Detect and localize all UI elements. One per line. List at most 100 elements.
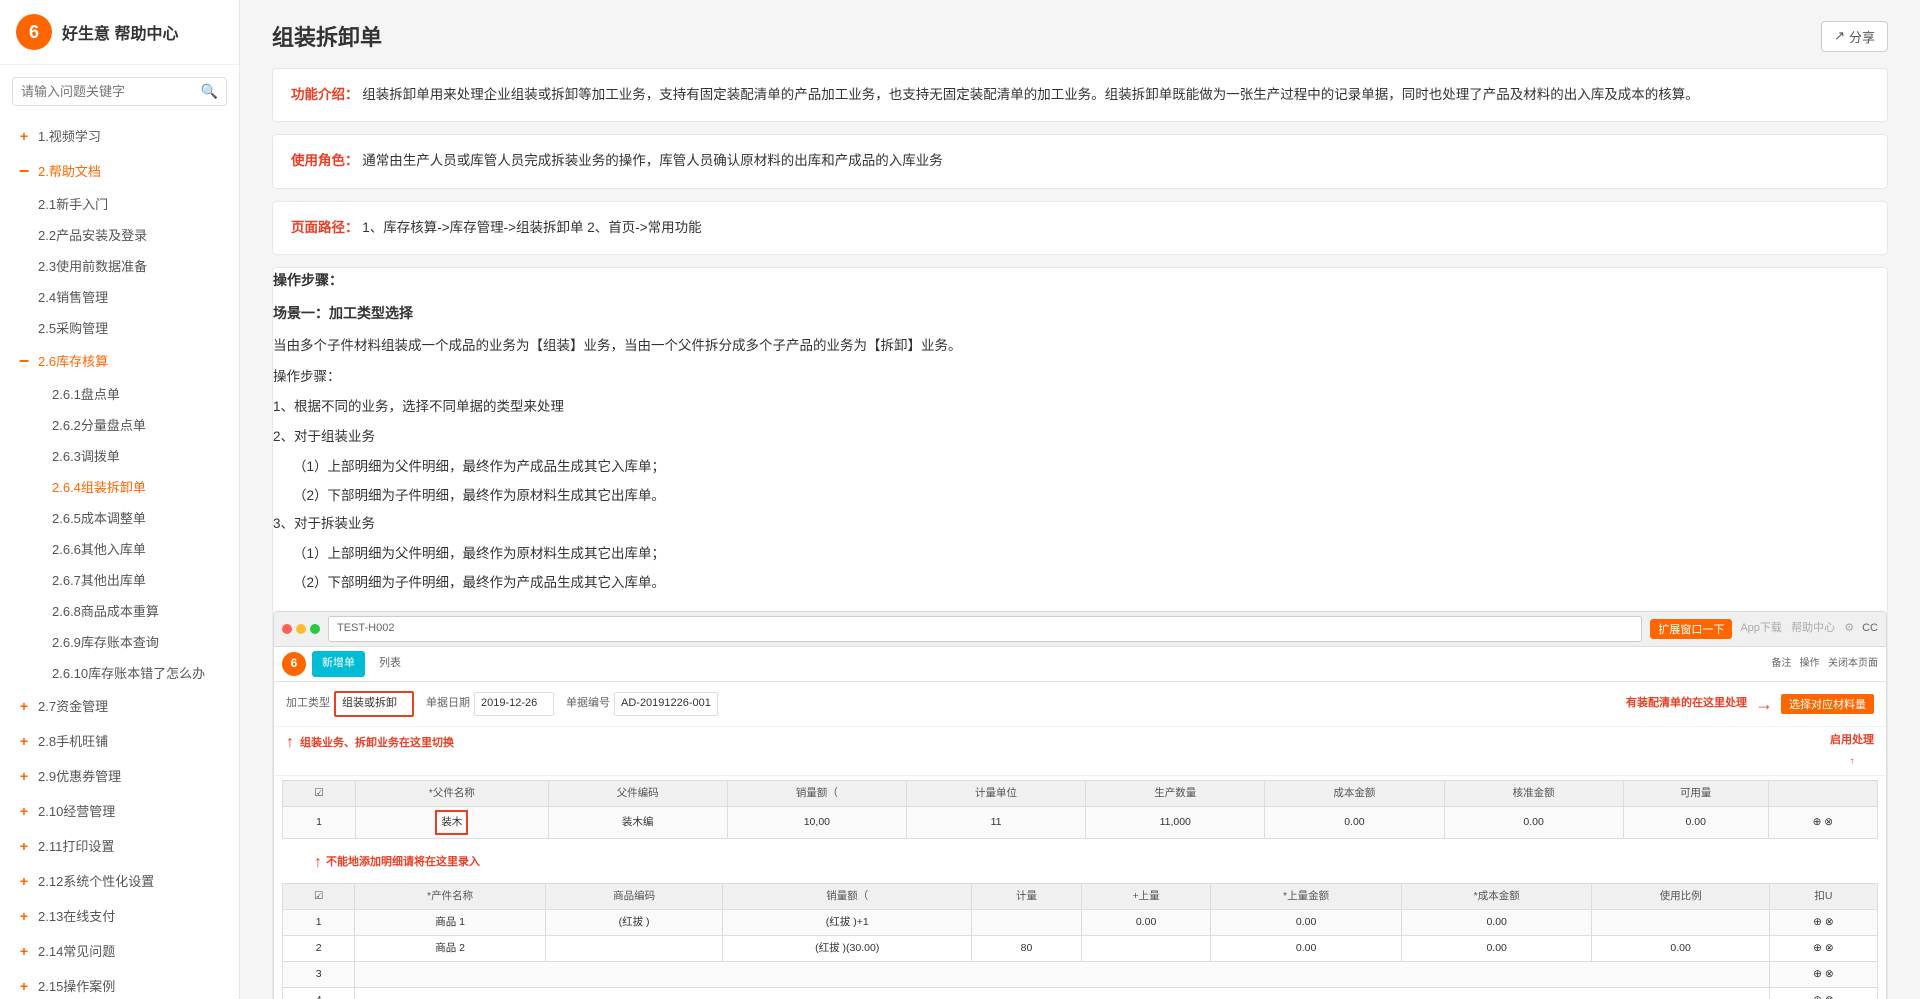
sidebar-item-2-12[interactable]: + 2.12系统个性化设置 [0, 863, 239, 898]
sidebar-item-2-6-4[interactable]: 2.6.4组装拆卸单 [0, 471, 239, 502]
step2-1: （1）上部明细为父件明细，最终作为产成品生成其它入库单； [293, 455, 1887, 479]
sidebar-item-2-9[interactable]: + 2.9优惠券管理 [0, 758, 239, 793]
ss-col-cost: 成本金额 [1265, 780, 1444, 806]
ss-col-prod: 生产数量 [1086, 780, 1265, 806]
ss-col-name: *父件名称 [356, 780, 549, 806]
ss-upper-table-area: ☑ *父件名称 父件编码 销量额（ 计量单位 生产数量 成本金额 核准金额 可用… [274, 780, 1886, 847]
plus-icon-2-7: + [16, 698, 32, 714]
ss-expand-btn[interactable]: 扩展窗口一下 [1650, 619, 1732, 639]
sidebar-item-2-6-6[interactable]: 2.6.6其他入库单 [0, 533, 239, 564]
page-header: 组装拆卸单 ↗ 分享 [240, 0, 1920, 68]
ss-date-input[interactable]: 2019-12-26 [474, 692, 554, 716]
sidebar-item-2-13[interactable]: + 2.13在线支付 [0, 898, 239, 933]
step-intro: 操作步骤： [273, 365, 1887, 389]
ss-annotation1-area: 有装配清单的在这里处理 → 选择对应材料量 [1626, 688, 1874, 720]
ss-lower-table: ☑ *产件名称 商品编码 销量额（ 计量 +上量 *上量金额 *成本金额 使用比… [282, 883, 1878, 999]
sidebar-item-2-6-1[interactable]: 2.6.1盘点单 [0, 378, 239, 409]
plus-icon-2-12: + [16, 873, 32, 889]
arrow-up-icon: ↑ [286, 729, 294, 758]
sidebar-item-2-1[interactable]: 2.1新手入门 [0, 188, 239, 219]
ss-type-input[interactable]: 组装或拆卸 [334, 691, 414, 717]
sidebar-item-2-6[interactable]: − 2.6库存核算 [0, 343, 239, 378]
ss-sub-col-qty: +上量 [1081, 884, 1210, 910]
sidebar-item-2-6-5[interactable]: 2.6.5成本调整单 [0, 502, 239, 533]
table-row: 1 商品 1 (红拔 ) (红拔 )+1 0.00 0.00 0.00 ⊕ ⊗ [283, 910, 1878, 936]
search-box[interactable]: 🔍 [12, 77, 227, 106]
step2: 2、对于组装业务 [273, 425, 1887, 449]
role-title: 使用角色： [291, 153, 359, 168]
ss-code-input[interactable]: AD-20191226-001 [614, 692, 718, 716]
sidebar-item-2-6-9[interactable]: 2.6.9库存账本查询 [0, 626, 239, 657]
sidebar-item-2-6-8[interactable]: 2.6.8商品成本重算 [0, 595, 239, 626]
ops-title: 操作步骤： [273, 268, 1887, 293]
ss-lower-table-area: ☑ *产件名称 商品编码 销量额（ 计量 +上量 *上量金额 *成本金额 使用比… [274, 883, 1886, 999]
ss-topbar: TEST-H002 扩展窗口一下 App下载 帮助中心 ⚙ CC [274, 612, 1886, 647]
search-icon[interactable]: 🔍 [201, 83, 218, 100]
ss-col-code: 父件编码 [548, 780, 727, 806]
ss-app-icons: App下载 帮助中心 ⚙ [1740, 619, 1854, 639]
step2-2: （2）下部明细为子件明细，最终作为原材料生成其它出库单。 [293, 484, 1887, 508]
ss-annotation2: 组装业务、拆卸业务在这里切换 [300, 734, 454, 754]
ss-tab-list[interactable]: 列表 [371, 651, 409, 677]
ss-nav: 6 新增单 列表 备注 操作 关闭本页面 [274, 647, 1886, 682]
ss-annotation2-area: ↑ 组装业务、拆卸业务在这里切换 [286, 731, 454, 758]
ss-sub-col-amt: *上量金额 [1211, 884, 1402, 910]
plus-icon-2-8: + [16, 733, 32, 749]
ss-sub-col-unit: 计量 [972, 884, 1082, 910]
sidebar-item-2-7[interactable]: + 2.7资金管理 [0, 688, 239, 723]
ss-sub-col-name: *产件名称 [355, 884, 546, 910]
sidebar-item-2-6-7[interactable]: 2.6.7其他出库单 [0, 564, 239, 595]
share-button[interactable]: ↗ 分享 [1821, 21, 1888, 52]
search-input[interactable] [21, 84, 201, 99]
sidebar-item-2-4[interactable]: 2.4销售管理 [0, 281, 239, 312]
ss-sub-col-cost: *成本金额 [1401, 884, 1592, 910]
sidebar-item-video-learning[interactable]: + 1.视频学习 [0, 118, 239, 153]
sidebar: 6 好生意 帮助中心 🔍 + 1.视频学习 − 2.帮助文档 2.1新手入门 2… [0, 0, 240, 999]
ss-select-btn[interactable]: 选择对应材料量 [1781, 694, 1874, 714]
nav-section: + 1.视频学习 − 2.帮助文档 2.1新手入门 2.2产品安装及登录 2.3… [0, 118, 239, 999]
sidebar-item-2-3[interactable]: 2.3使用前数据准备 [0, 250, 239, 281]
role-block: 使用角色： 通常由生产人员或库管人员完成拆装业务的操作，库管人员确认原材料的出库… [272, 134, 1888, 188]
scene-title: 场景一：加工类型选择 [273, 301, 1887, 326]
minus-icon: − [16, 163, 32, 179]
sidebar-item-help-docs[interactable]: − 2.帮助文档 [0, 153, 239, 188]
sidebar-header: 6 好生意 帮助中心 [0, 0, 239, 65]
step3-2: （2）下部明细为子件明细，最终作为产成品生成其它入库单。 [293, 571, 1887, 595]
sidebar-item-2-6-2[interactable]: 2.6.2分量盘点单 [0, 409, 239, 440]
sidebar-item-2-2[interactable]: 2.2产品安装及登录 [0, 219, 239, 250]
ss-col-ops [1768, 780, 1877, 806]
ss-sub-col-ratio: 使用比例 [1592, 884, 1769, 910]
intro-text: 组装拆卸单用来处理企业组装或拆卸等加工业务，支持有固定装配清单的产品加工业务，也… [362, 87, 1699, 102]
sidebar-item-2-6-10[interactable]: 2.6.10库存账本错了怎么办 [0, 657, 239, 688]
ss-sub-col-check: ☑ [283, 884, 355, 910]
ss-annotation4-area: ↑ 不能地添加明细请将在这里录入 [274, 847, 1886, 880]
sidebar-item-2-14[interactable]: + 2.14常见问题 [0, 933, 239, 968]
step1: 1、根据不同的业务，选择不同单据的类型来处理 [273, 395, 1887, 419]
table-row: 3 ⊕ ⊗ [283, 961, 1878, 987]
ss-annotation-row: ↑ 组装业务、拆卸业务在这里切换 启用处理 ↑ [274, 727, 1886, 776]
sidebar-item-2-15[interactable]: + 2.15操作案例 [0, 968, 239, 999]
brand-title: 好生意 帮助中心 [62, 20, 178, 44]
step3: 3、对于拆装业务 [273, 512, 1887, 536]
ss-annotation1: 有装配清单的在这里处理 [1626, 694, 1747, 714]
path-title: 页面路径： [291, 220, 359, 235]
sidebar-item-2-5[interactable]: 2.5采购管理 [0, 312, 239, 343]
sidebar-item-2-10[interactable]: + 2.10经营管理 [0, 793, 239, 828]
ss-code-field: 单据编号 AD-20191226-001 [566, 692, 718, 716]
ss-sub-col-op: 扣U [1769, 884, 1877, 910]
role-text: 通常由生产人员或库管人员完成拆装业务的操作，库管人员确认原材料的出库和产成品的入… [362, 153, 943, 168]
plus-icon-2-11: + [16, 838, 32, 854]
path-text: 1、库存核算->库存管理->组装拆卸单 2、首页->常用功能 [362, 220, 701, 235]
sidebar-item-2-8[interactable]: + 2.8手机旺铺 [0, 723, 239, 758]
plus-icon-2-15: + [16, 978, 32, 994]
plus-icon-2-10: + [16, 803, 32, 819]
sidebar-item-2-6-3[interactable]: 2.6.3调拨单 [0, 440, 239, 471]
path-block: 页面路径： 1、库存核算->库存管理->组装拆卸单 2、首页->常用功能 [272, 201, 1888, 255]
ss-col-approve: 核准金额 [1444, 780, 1623, 806]
table-row: 4 ⊕ ⊗ [283, 987, 1878, 999]
sidebar-item-2-11[interactable]: + 2.11打印设置 [0, 828, 239, 863]
ss-type-field: 加工类型 组装或拆卸 [286, 691, 414, 717]
ss-col-qty1: 销量额（ [727, 780, 906, 806]
ss-tab-active[interactable]: 新增单 [312, 651, 365, 677]
step3-1: （1）上部明细为父件明细，最终作为原材料生成其它出库单； [293, 542, 1887, 566]
